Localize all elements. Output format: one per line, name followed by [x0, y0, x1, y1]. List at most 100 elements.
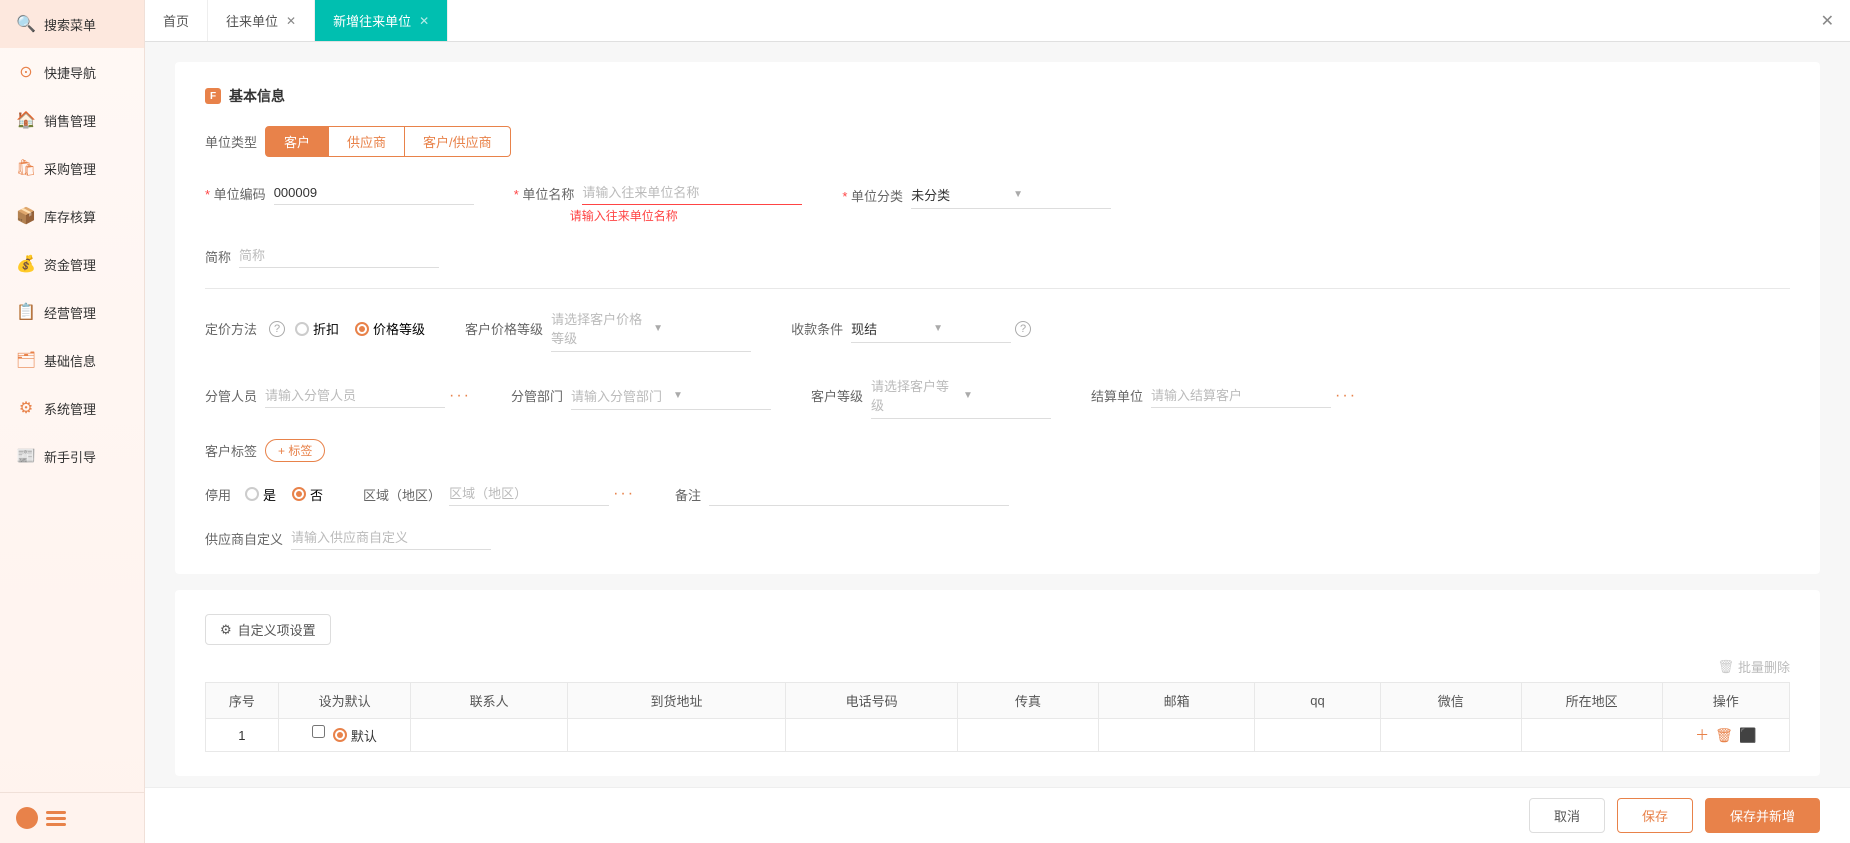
sidebar-item-basicinfo[interactable]: 🗂 基础信息	[0, 336, 144, 384]
disable-radio-group: 是 否	[245, 485, 323, 504]
disable-region-remark-row: 停用 是 否 区域（地区） ···	[205, 482, 1790, 506]
qq-input[interactable]	[1288, 728, 1348, 743]
payment-terms-select[interactable]: 现结 ▼	[851, 315, 1011, 343]
row-default-radio[interactable]: 默认	[333, 726, 377, 745]
disable-label: 停用	[205, 485, 231, 504]
row-area[interactable]	[1521, 719, 1662, 752]
short-name-label: 简称	[205, 247, 231, 266]
department-select[interactable]: 请输入分管部门 ▼	[571, 382, 771, 410]
row-address[interactable]	[567, 719, 785, 752]
supplier-custom-row: 供应商自定义	[205, 526, 1790, 550]
customer-price-level-select[interactable]: 请选择客户价格等级 ▼	[551, 305, 751, 352]
table-header-row: 序号 设为默认 联系人 到货地址 电话号码 传真 邮箱 qq 微信 所在地区 操…	[206, 683, 1790, 719]
sidebar-item-label: 采购管理	[44, 159, 96, 178]
system-icon: ⚙	[16, 398, 36, 418]
operations-icon: 📋	[16, 302, 36, 322]
phone-input[interactable]	[827, 728, 917, 743]
payment-terms-help-icon[interactable]: ?	[1015, 321, 1031, 337]
pricing-radio-level[interactable]: 价格等级	[355, 319, 425, 338]
save-new-button[interactable]: 保存并新增	[1705, 798, 1820, 833]
row-wechat[interactable]	[1380, 719, 1521, 752]
unit-name-error: 请输入往来单位名称	[570, 207, 678, 224]
remark-input[interactable]	[709, 482, 1009, 506]
supplier-custom-input[interactable]	[291, 526, 491, 550]
customer-tag-row: 客户标签 + 标签	[205, 439, 1790, 462]
tab-new-partner-label: 新增往来单位	[333, 11, 411, 30]
sidebar-item-newguide[interactable]: 📰 新手引导	[0, 432, 144, 480]
remark-group: 备注	[675, 482, 1009, 506]
sidebar-item-quicknav[interactable]: ⊙ 快捷导航	[0, 48, 144, 96]
type-btn-supplier[interactable]: 供应商	[329, 126, 405, 157]
region-input[interactable]	[449, 482, 609, 506]
tab-new-partner[interactable]: 新增往来单位 ✕	[315, 0, 448, 41]
row-phone[interactable]	[786, 719, 958, 752]
disable-no-circle	[292, 487, 306, 501]
row-scroll-icon[interactable]: ⬛	[1739, 727, 1756, 744]
code-name-category-row: 单位编码 单位名称 请输入往来单位名称 单位分类 未分类 ▼	[205, 181, 1790, 224]
tab-close-all[interactable]: ✕	[1805, 0, 1850, 41]
row-contact[interactable]	[411, 719, 567, 752]
sidebar-item-finance[interactable]: 💰 资金管理	[0, 240, 144, 288]
row-no: 1	[206, 719, 279, 752]
section-header: F 基本信息	[205, 86, 1790, 106]
pricing-radio-discount[interactable]: 折扣	[295, 319, 339, 338]
email-input[interactable]	[1137, 728, 1217, 743]
contact-table: 序号 设为默认 联系人 到货地址 电话号码 传真 邮箱 qq 微信 所在地区 操…	[205, 682, 1790, 752]
region-more-icon[interactable]: ···	[613, 485, 635, 503]
row-checkbox[interactable]	[312, 725, 325, 738]
manager-more-icon[interactable]: ···	[449, 387, 471, 405]
row-qq[interactable]	[1255, 719, 1380, 752]
tab-partners-close[interactable]: ✕	[286, 14, 296, 28]
save-button[interactable]: 保存	[1617, 798, 1693, 833]
row-email[interactable]	[1098, 719, 1254, 752]
tab-home[interactable]: 首页	[145, 0, 208, 41]
unit-name-input[interactable]	[582, 181, 802, 205]
disable-radio-no[interactable]: 否	[292, 485, 323, 504]
row-add-icon[interactable]: ＋	[1695, 725, 1709, 745]
type-btn-customer[interactable]: 客户	[265, 126, 329, 157]
disable-yes-circle	[245, 487, 259, 501]
tab-partners[interactable]: 往来单位 ✕	[208, 0, 315, 41]
type-btn-both[interactable]: 客户/供应商	[405, 126, 511, 157]
sidebar-item-search[interactable]: 🔍 搜索菜单	[0, 0, 144, 48]
manager-input[interactable]	[265, 384, 445, 408]
pricing-method-label: 定价方法	[205, 319, 257, 338]
disable-radio-yes[interactable]: 是	[245, 485, 276, 504]
custom-settings-button[interactable]: ⚙ 自定义项设置	[205, 614, 331, 645]
cancel-button[interactable]: 取消	[1529, 798, 1605, 833]
settlement-unit-input[interactable]	[1151, 384, 1331, 408]
tab-partners-label: 往来单位	[226, 11, 278, 30]
fax-input[interactable]	[993, 728, 1063, 743]
sidebar-item-operations[interactable]: 📋 经营管理	[0, 288, 144, 336]
batch-delete-label[interactable]: 批量删除	[1738, 657, 1790, 676]
unit-category-label: 单位分类	[842, 186, 903, 205]
pricing-help-icon[interactable]: ?	[269, 321, 285, 337]
table-row: 1 默认	[206, 719, 1790, 752]
customer-level-select[interactable]: 请选择客户等级 ▼	[871, 372, 1051, 419]
short-name-input[interactable]	[239, 244, 439, 268]
contact-input[interactable]	[449, 728, 529, 743]
supplier-custom-group: 供应商自定义	[205, 526, 491, 550]
sidebar-item-sales[interactable]: 🏠 销售管理	[0, 96, 144, 144]
menu-toggle-icon[interactable]	[46, 808, 66, 828]
area-input[interactable]	[1557, 728, 1627, 743]
pricing-method-group: 定价方法 ? 折扣 价格等级	[205, 319, 425, 338]
sidebar-item-label: 销售管理	[44, 111, 96, 130]
sidebar-item-purchase[interactable]: 🛍 采购管理	[0, 144, 144, 192]
department-arrow: ▼	[673, 390, 771, 401]
unit-type-row: 单位类型 客户 供应商 客户/供应商	[205, 126, 1790, 157]
sidebar-item-label: 经营管理	[44, 303, 96, 322]
row-delete-icon[interactable]: 🗑	[1715, 727, 1733, 744]
row-fax[interactable]	[958, 719, 1099, 752]
sidebar-item-system[interactable]: ⚙ 系统管理	[0, 384, 144, 432]
wechat-input[interactable]	[1416, 728, 1486, 743]
tab-new-partner-close[interactable]: ✕	[419, 14, 429, 28]
sidebar-item-inventory[interactable]: 📦 库存核算	[0, 192, 144, 240]
batch-delete-icon: 🗑	[1717, 659, 1734, 675]
settlement-unit-more-icon[interactable]: ···	[1335, 387, 1357, 405]
address-input[interactable]	[616, 728, 736, 743]
unit-category-select[interactable]: 未分类 ▼	[911, 181, 1111, 209]
add-tag-button[interactable]: + 标签	[265, 439, 325, 462]
unit-code-input[interactable]	[274, 181, 474, 205]
unit-code-label: 单位编码	[205, 184, 266, 203]
